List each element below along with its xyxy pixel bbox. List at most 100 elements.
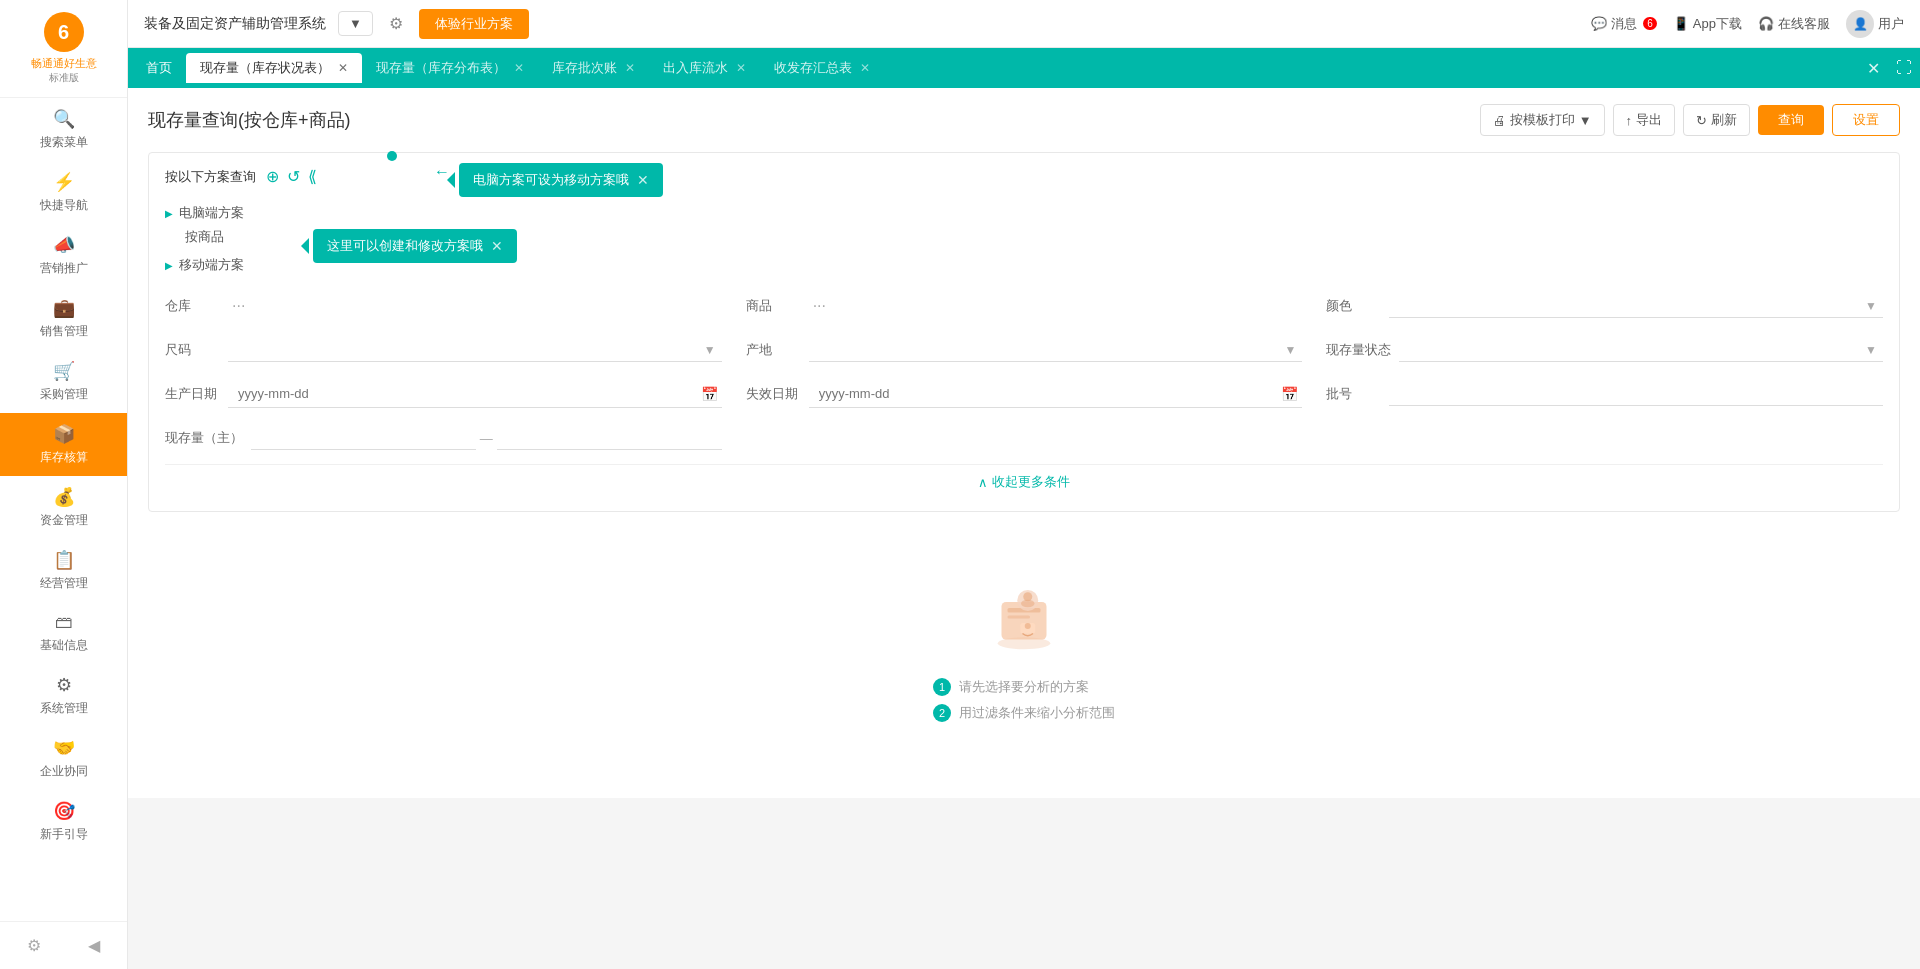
tab-bar: 首页 现存量（库存状况表） ✕ 现存量（库存分布表） ✕ 库存批次账 ✕ 出入库… <box>128 48 1920 88</box>
tooltip-edit-close[interactable]: ✕ <box>491 238 503 254</box>
sidebar: 6 畅通通好生意 标准版 🔍 搜索菜单 ⚡ 快捷导航 📣 营销推广 💼 销售管理… <box>0 0 128 969</box>
stock-max-input[interactable] <box>497 426 722 450</box>
user-avatar: 👤 <box>1846 10 1874 38</box>
money-icon: 💰 <box>53 486 75 508</box>
exp-date-input[interactable] <box>813 382 1282 405</box>
sidebar-item-purchase[interactable]: 🛒 采购管理 <box>0 350 127 413</box>
export-btn[interactable]: ↑ 导出 <box>1613 104 1676 136</box>
megaphone-icon: 📣 <box>53 234 75 256</box>
prod-date-input-wrap: 📅 <box>228 380 722 408</box>
tab-inventory-status[interactable]: 现存量（库存状况表） ✕ <box>186 53 362 83</box>
status-select[interactable]: ▼ <box>1399 339 1883 362</box>
page-header: 现存量查询(按仓库+商品) 🖨 按模板打印 ▼ ↑ 导出 ↻ 刷新 <box>148 104 1900 136</box>
color-select[interactable]: ▼ <box>1389 295 1883 318</box>
message-btn[interactable]: 💬 消息 6 <box>1591 15 1657 33</box>
tab-maximize-btn[interactable]: ⛶ <box>1892 55 1916 81</box>
tab-close-all-btn[interactable]: ✕ <box>1863 55 1884 82</box>
tooltip-pc-text: 电脑方案可设为移动方案哦 <box>473 171 629 189</box>
tab-close-icon[interactable]: ✕ <box>625 61 635 75</box>
origin-select[interactable]: ▼ <box>809 339 1303 362</box>
app-download-btn[interactable]: 📱 App下载 <box>1673 15 1742 33</box>
sidebar-item-operation[interactable]: 📋 经营管理 <box>0 539 127 602</box>
settings-icon-btn[interactable]: ⚙ <box>385 10 407 37</box>
trial-button[interactable]: 体验行业方案 <box>419 9 529 39</box>
tab-home[interactable]: 首页 <box>132 53 186 83</box>
filter-actions: ⊕ ↺ ⟪ <box>264 165 319 188</box>
tooltip-pc: 电脑方案可设为移动方案哦 ✕ <box>459 163 663 197</box>
top-header: 装备及固定资产辅助管理系统 ▼ ⚙ 体验行业方案 💬 消息 6 📱 App下载 … <box>128 0 1920 48</box>
print-btn[interactable]: 🖨 按模板打印 ▼ <box>1480 104 1605 136</box>
sidebar-item-label: 新手引导 <box>40 826 88 843</box>
tab-batch-account[interactable]: 库存批次账 ✕ <box>538 53 649 83</box>
tab-close-icon[interactable]: ✕ <box>338 61 348 75</box>
sidebar-item-guide[interactable]: 🎯 新手引导 <box>0 790 127 853</box>
add-scheme-btn[interactable]: ⊕ <box>264 165 281 188</box>
arrow-down-icon: ▶ <box>165 208 173 219</box>
empty-illustration <box>979 572 1069 662</box>
refresh-icon: ↻ <box>1696 113 1707 128</box>
batch-input[interactable] <box>1389 382 1883 406</box>
chevron-down-icon: ▼ <box>1865 343 1877 357</box>
sidebar-item-finance[interactable]: 💰 资金管理 <box>0 476 127 539</box>
sidebar-item-quick[interactable]: ⚡ 快捷导航 <box>0 161 127 224</box>
sidebar-item-label: 销售管理 <box>40 323 88 340</box>
sidebar-item-label: 采购管理 <box>40 386 88 403</box>
tab-receive-summary[interactable]: 收发存汇总表 ✕ <box>760 53 884 83</box>
support-label: 在线客服 <box>1778 15 1830 33</box>
prod-date-label: 生产日期 <box>165 385 220 403</box>
filter-color: 颜色 ▼ <box>1326 290 1883 322</box>
tab-label: 收发存汇总表 <box>774 59 852 77</box>
sidebar-item-basic[interactable]: 🗃 基础信息 <box>0 602 127 664</box>
sidebar-collapse-btn[interactable]: ◀ <box>84 932 104 959</box>
system-select[interactable]: ▼ <box>338 11 373 36</box>
tab-close-icon[interactable]: ✕ <box>860 61 870 75</box>
sidebar-bottom: ⚙ ◀ <box>0 921 127 969</box>
message-icon: 💬 <box>1591 16 1607 31</box>
collapse-row[interactable]: ∧ 收起更多条件 <box>165 464 1883 499</box>
tab-inventory-dist[interactable]: 现存量（库存分布表） ✕ <box>362 53 538 83</box>
tab-close-icon[interactable]: ✕ <box>736 61 746 75</box>
filter-prod-date: 生产日期 📅 <box>165 378 722 410</box>
filter-batch: 批号 <box>1326 378 1883 410</box>
chevron-down-icon: ▼ <box>704 343 716 357</box>
arrow-right-icon: ▶ <box>165 260 173 271</box>
sidebar-settings-btn[interactable]: ⚙ <box>23 932 45 959</box>
sidebar-item-label: 系统管理 <box>40 700 88 717</box>
back-scheme-btn[interactable]: ⟪ <box>306 165 319 188</box>
reset-button[interactable]: 设置 <box>1832 104 1900 136</box>
size-select[interactable]: ▼ <box>228 339 722 362</box>
refresh-btn[interactable]: ↻ 刷新 <box>1683 104 1750 136</box>
user-label: 用户 <box>1878 15 1904 33</box>
scheme-pc[interactable]: ▶ 电脑端方案 <box>165 200 1883 226</box>
stock-min-input[interactable] <box>251 426 476 450</box>
svg-rect-3 <box>1008 616 1031 619</box>
query-button[interactable]: 查询 <box>1758 105 1824 135</box>
export-icon: ↑ <box>1626 113 1633 128</box>
refresh-scheme-btn[interactable]: ↺ <box>285 165 302 188</box>
prod-date-input[interactable] <box>232 382 701 405</box>
tab-close-icon[interactable]: ✕ <box>514 61 524 75</box>
sidebar-item-label: 快捷导航 <box>40 197 88 214</box>
user-profile[interactable]: 👤 用户 <box>1846 10 1904 38</box>
support-btn[interactable]: 🎧 在线客服 <box>1758 15 1830 33</box>
goods-dots-btn[interactable]: ··· <box>809 297 830 315</box>
content: 现存量查询(按仓库+商品) 🖨 按模板打印 ▼ ↑ 导出 ↻ 刷新 <box>128 88 1920 969</box>
database-icon: 🗃 <box>55 612 73 633</box>
sidebar-item-label: 营销推广 <box>40 260 88 277</box>
warehouse-dots-btn[interactable]: ··· <box>228 297 249 315</box>
search-icon: 🔍 <box>53 108 75 130</box>
sidebar-item-search[interactable]: 🔍 搜索菜单 <box>0 98 127 161</box>
sidebar-item-marketing[interactable]: 📣 营销推广 <box>0 224 127 287</box>
tooltip-edit: 这里可以创建和修改方案哦 ✕ <box>313 229 517 263</box>
sidebar-item-inventory[interactable]: 📦 库存核算 <box>0 413 127 476</box>
tab-in-out[interactable]: 出入库流水 ✕ <box>649 53 760 83</box>
calendar-icon[interactable]: 📅 <box>1281 386 1298 402</box>
sidebar-item-sales[interactable]: 💼 销售管理 <box>0 287 127 350</box>
sidebar-item-system[interactable]: ⚙ 系统管理 <box>0 664 127 727</box>
calendar-icon[interactable]: 📅 <box>701 386 718 402</box>
tooltip-pc-close[interactable]: ✕ <box>637 172 649 188</box>
tab-label: 现存量（库存分布表） <box>376 59 506 77</box>
color-label: 颜色 <box>1326 297 1381 315</box>
chevron-up-icon: ∧ <box>978 475 988 490</box>
sidebar-item-enterprise[interactable]: 🤝 企业协同 <box>0 727 127 790</box>
